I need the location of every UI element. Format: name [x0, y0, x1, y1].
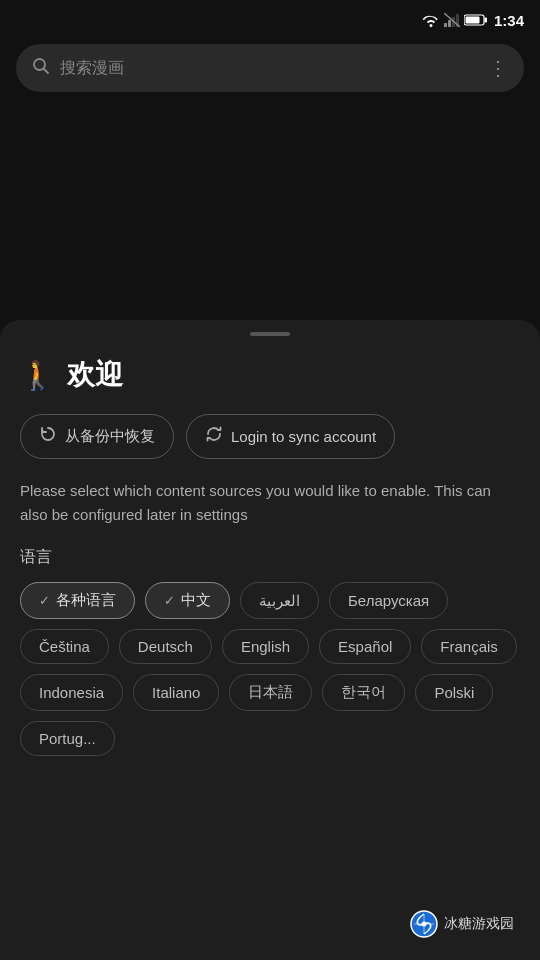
lang-tag-all[interactable]: ✓各种语言 [20, 582, 135, 619]
svg-rect-1 [448, 20, 451, 27]
description-text: Please select which content sources you … [20, 479, 520, 527]
svg-point-12 [422, 922, 427, 927]
search-icon [32, 57, 50, 80]
welcome-title: 欢迎 [67, 356, 123, 394]
watermark-logo [410, 910, 438, 938]
welcome-section: 🚶 欢迎 [20, 356, 520, 394]
svg-rect-0 [444, 23, 447, 27]
restore-button[interactable]: 从备份中恢复 [20, 414, 174, 459]
lang-tag-pt[interactable]: Portug... [20, 721, 115, 756]
wifi-icon [422, 13, 440, 27]
bottom-sheet: 🚶 欢迎 从备份中恢复 Login to sync ac [0, 320, 540, 960]
action-buttons: 从备份中恢复 Login to sync account [20, 414, 520, 459]
sheet-handle [250, 332, 290, 336]
status-bar: 1:34 [0, 0, 540, 36]
svg-line-9 [44, 68, 49, 73]
status-time: 1:34 [494, 12, 524, 29]
restore-label: 从备份中恢复 [65, 427, 155, 446]
lang-tag-it[interactable]: Italiano [133, 674, 219, 711]
watermark-text: 冰糖游戏园 [444, 915, 514, 933]
lang-tag-be[interactable]: Беларуская [329, 582, 448, 619]
language-tags: ✓各种语言 ✓中文 العربية Беларуская Čeština Deutsch E… [20, 582, 520, 756]
login-button[interactable]: Login to sync account [186, 414, 395, 459]
welcome-icon: 🚶 [20, 359, 55, 392]
svg-rect-7 [465, 17, 479, 24]
more-options-icon[interactable]: ⋮ [488, 56, 508, 80]
restore-icon [39, 425, 57, 448]
battery-icon [464, 14, 488, 26]
login-label: Login to sync account [231, 428, 376, 445]
svg-rect-6 [484, 18, 487, 23]
lang-tag-cs[interactable]: Čeština [20, 629, 109, 664]
lang-tag-es[interactable]: Español [319, 629, 411, 664]
lang-tag-ko[interactable]: 한국어 [322, 674, 405, 711]
lang-tag-ja[interactable]: 日本語 [229, 674, 312, 711]
lang-tag-ar[interactable]: العربية [240, 582, 319, 619]
search-bar-container: 搜索漫画 ⋮ [0, 36, 540, 104]
lang-tag-fr[interactable]: Français [421, 629, 517, 664]
lang-tag-zh[interactable]: ✓中文 [145, 582, 230, 619]
lang-tag-id[interactable]: Indonesia [20, 674, 123, 711]
lang-tag-pl[interactable]: Polski [415, 674, 493, 711]
watermark: 冰糖游戏园 [400, 904, 524, 944]
lang-tag-en[interactable]: English [222, 629, 309, 664]
lang-tag-de[interactable]: Deutsch [119, 629, 212, 664]
status-icons [422, 13, 488, 27]
signal-icon [444, 13, 460, 27]
search-bar[interactable]: 搜索漫画 ⋮ [16, 44, 524, 92]
language-section: 语言 ✓各种语言 ✓中文 العربية Беларуская Čeština Deuts… [20, 547, 520, 756]
sync-icon [205, 425, 223, 448]
language-label: 语言 [20, 547, 520, 568]
search-placeholder: 搜索漫画 [60, 58, 478, 79]
